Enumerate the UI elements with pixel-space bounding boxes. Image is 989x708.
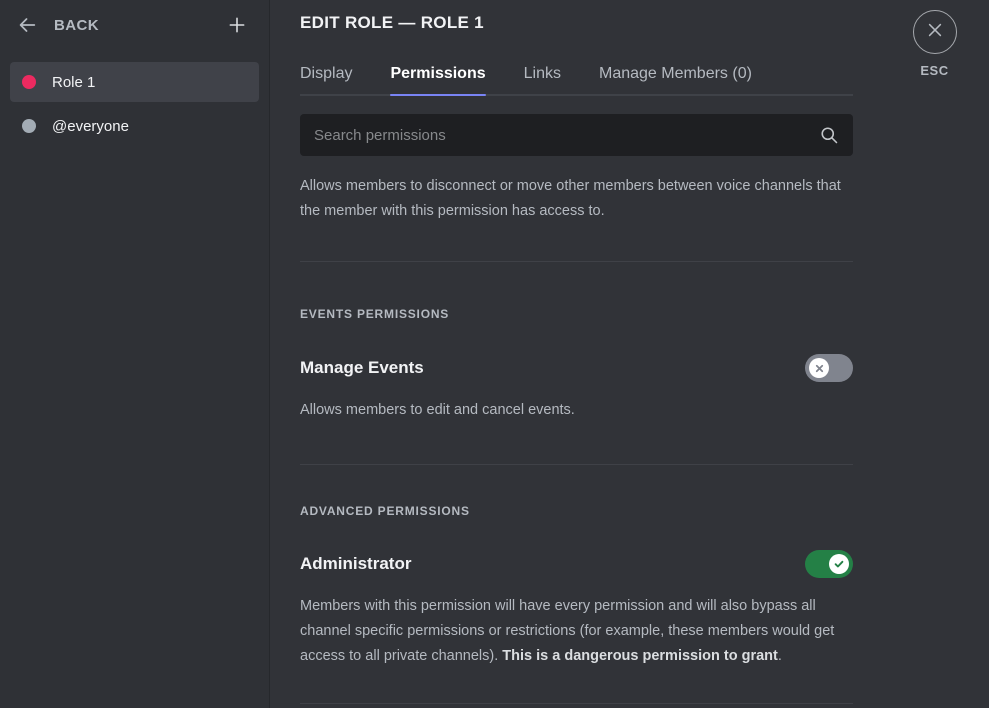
section-label-events: EVENTS PERMISSIONS — [300, 307, 870, 321]
section-divider — [300, 261, 853, 262]
cross-icon — [809, 358, 829, 378]
permission-row-administrator: Administrator — [300, 550, 853, 578]
section-label-advanced: ADVANCED PERMISSIONS — [300, 504, 870, 518]
role-list: Role 1 @everyone — [0, 50, 269, 146]
permission-description: Allows members to edit and cancel events… — [300, 398, 853, 423]
role-list-item-everyone[interactable]: @everyone — [10, 106, 259, 146]
back-button[interactable]: BACK — [54, 17, 99, 34]
tab-links[interactable]: Links — [524, 65, 561, 96]
role-color-dot — [22, 119, 36, 133]
page-title: EDIT ROLE — ROLE 1 — [300, 0, 880, 36]
permission-toggle-manage-events[interactable] — [805, 354, 853, 382]
plus-icon[interactable] — [225, 13, 249, 37]
permission-toggle-administrator[interactable] — [805, 550, 853, 578]
close-label: ESC — [920, 63, 948, 78]
permission-description-tail: . — [778, 648, 782, 664]
close-button[interactable] — [913, 10, 957, 54]
tab-permissions[interactable]: Permissions — [390, 65, 485, 96]
section-divider — [300, 703, 853, 704]
permission-description: Members with this permission will have e… — [300, 594, 853, 669]
tab-underline-track — [300, 94, 853, 96]
tab-bar: Display Permissions Links Manage Members… — [300, 44, 853, 96]
role-editor-main: EDIT ROLE — ROLE 1 Display Permissions L… — [270, 0, 880, 708]
permission-row-manage-events: Manage Events — [300, 354, 853, 382]
permission-description-warning: This is a dangerous permission to grant — [502, 648, 778, 664]
search-input[interactable] — [300, 114, 853, 156]
tab-active-indicator — [390, 94, 485, 96]
permissions-list: Allows members to disconnect or move oth… — [300, 174, 870, 704]
tab-display[interactable]: Display — [300, 65, 352, 96]
role-list-item-label: @everyone — [52, 118, 129, 135]
permission-name: Manage Events — [300, 358, 424, 378]
search-permissions — [300, 114, 853, 156]
section-divider — [300, 464, 853, 465]
edit-role-modal: BACK Role 1 @everyone EDIT ROLE — ROLE 1 — [0, 0, 989, 708]
role-list-item-role-1[interactable]: Role 1 — [10, 62, 259, 102]
arrow-left-icon[interactable] — [14, 12, 40, 38]
sidebar-header: BACK — [0, 0, 269, 50]
role-color-dot — [22, 75, 36, 89]
close-icon — [925, 20, 945, 45]
roles-sidebar: BACK Role 1 @everyone — [0, 0, 270, 708]
close-column: ESC — [880, 0, 989, 708]
permission-name: Administrator — [300, 554, 411, 574]
check-icon — [829, 554, 849, 574]
tab-manage-members[interactable]: Manage Members (0) — [599, 65, 752, 96]
permission-description-partial: Allows members to disconnect or move oth… — [300, 174, 853, 224]
role-list-item-label: Role 1 — [52, 74, 95, 91]
